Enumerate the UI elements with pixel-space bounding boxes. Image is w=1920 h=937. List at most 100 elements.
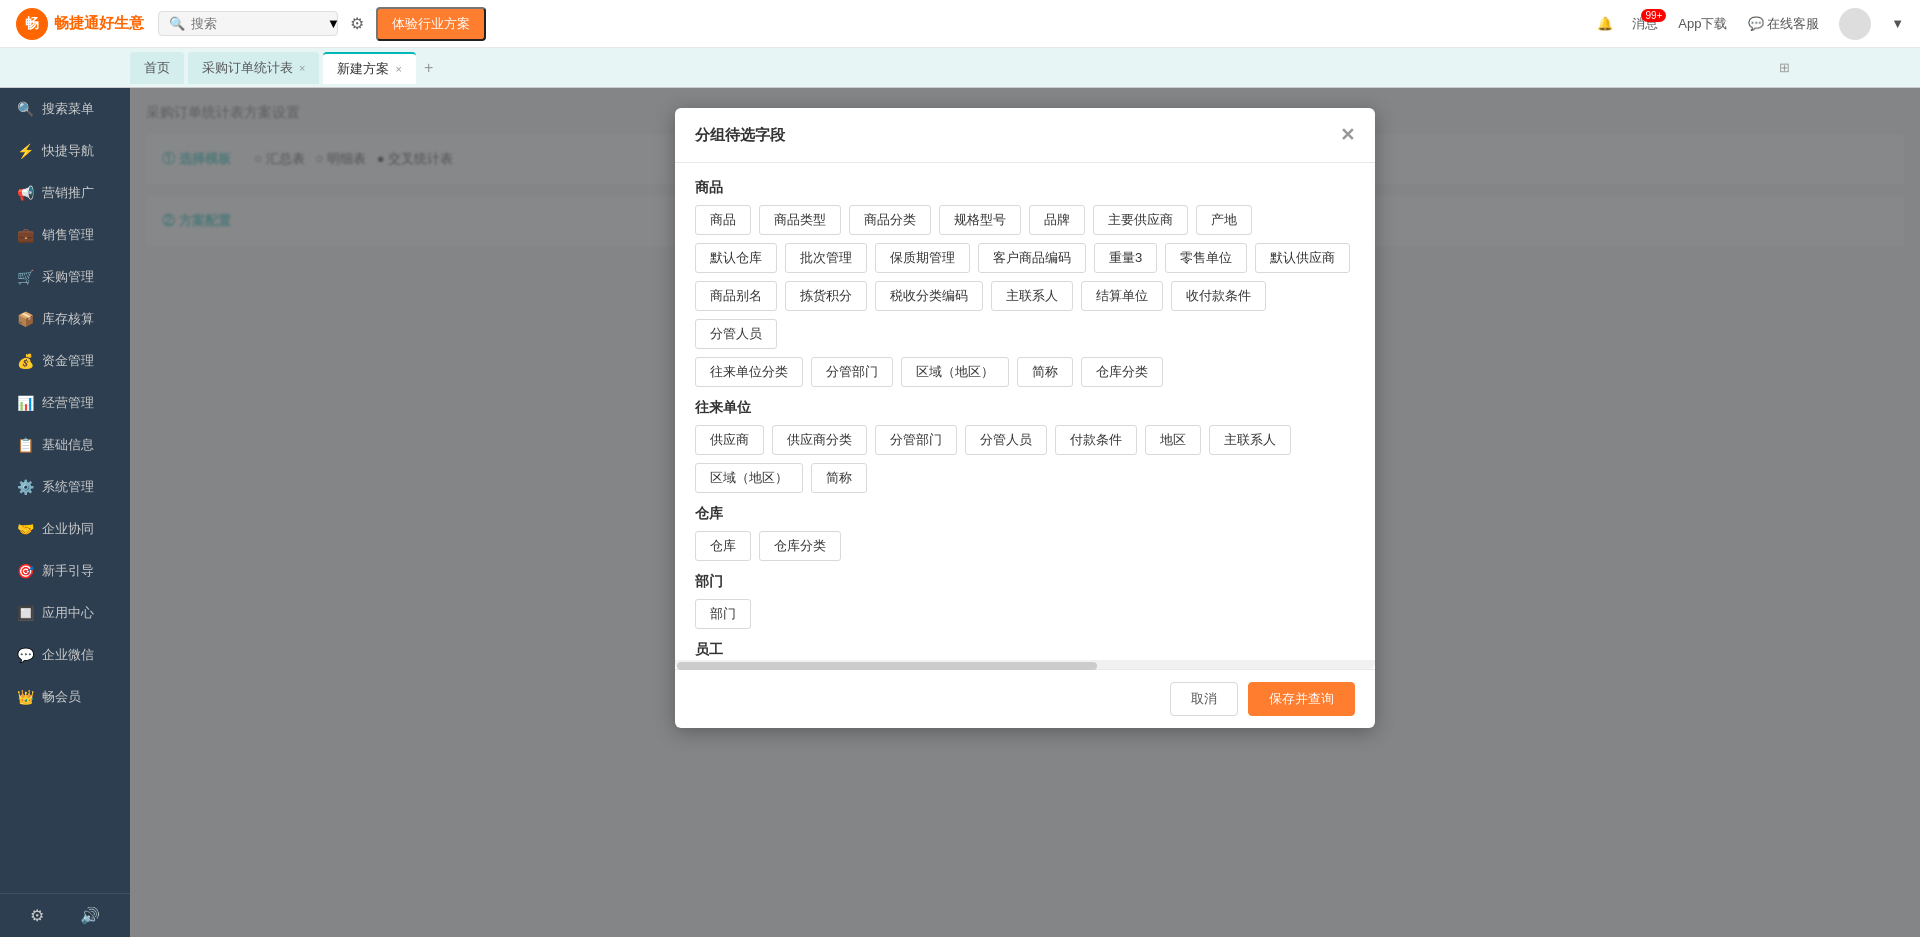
- modal-close-icon[interactable]: ✕: [1340, 124, 1355, 146]
- dropdown-icon[interactable]: ▼: [327, 16, 340, 31]
- confirm-button[interactable]: 保存并查询: [1248, 682, 1355, 716]
- field-tag-area[interactable]: 地区: [1145, 425, 1201, 455]
- tab-home[interactable]: 首页: [130, 52, 184, 84]
- operations-icon: 📊: [16, 394, 34, 412]
- sidebar-item-quicknav-label: 快捷导航: [42, 142, 94, 160]
- field-tag-dept[interactable]: 部门: [695, 599, 751, 629]
- notification-area[interactable]: 🔔 99+ 消息: [1597, 15, 1659, 33]
- sidebar-item-system[interactable]: ⚙️ 系统管理: [0, 466, 130, 508]
- field-tag-settlement-unit[interactable]: 结算单位: [1081, 281, 1163, 311]
- audio-icon[interactable]: 🔊: [80, 906, 100, 925]
- field-tag-goods-type[interactable]: 商品类型: [759, 205, 841, 235]
- tab-new-plan[interactable]: 新建方案 ×: [323, 52, 415, 84]
- partner-fields-row2: 区域（地区） 简称: [695, 463, 1355, 493]
- modal-body[interactable]: 商品 商品 商品类型 商品分类 规格型号 品牌 主要供应商 产地 默认仓库 批次…: [675, 163, 1375, 660]
- field-tag-partner-manager[interactable]: 分管人员: [965, 425, 1047, 455]
- goods-fields-row3: 商品别名 拣货积分 税收分类编码 主联系人 结算单位 收付款条件 分管人员: [695, 281, 1355, 349]
- field-tag-partner-category[interactable]: 往来单位分类: [695, 357, 803, 387]
- sidebar-item-guide-label: 新手引导: [42, 562, 94, 580]
- field-tag-warehouse[interactable]: 仓库: [695, 531, 751, 561]
- field-tag-goods-spec[interactable]: 规格型号: [939, 205, 1021, 235]
- tab-add-icon[interactable]: +: [424, 59, 433, 77]
- sidebar-item-collab[interactable]: 🤝 企业协同: [0, 508, 130, 550]
- sidebar-item-apps[interactable]: 🔲 应用中心: [0, 592, 130, 634]
- user-menu-icon[interactable]: ▼: [1891, 16, 1904, 31]
- modal-header: 分组待选字段 ✕: [675, 108, 1375, 163]
- field-tag-main-contact[interactable]: 主联系人: [991, 281, 1073, 311]
- tab-purchase-stats[interactable]: 采购订单统计表 ×: [188, 52, 319, 84]
- sidebar-item-operations[interactable]: 📊 经营管理: [0, 382, 130, 424]
- sidebar-item-marketing[interactable]: 📢 营销推广: [0, 172, 130, 214]
- settings-icon[interactable]: ⚙: [350, 14, 364, 33]
- sidebar-item-system-label: 系统管理: [42, 478, 94, 496]
- try-btn[interactable]: 体验行业方案: [376, 7, 486, 41]
- field-tag-warehouse-cat[interactable]: 仓库分类: [759, 531, 841, 561]
- field-tag-pick-points[interactable]: 拣货积分: [785, 281, 867, 311]
- field-tag-goods[interactable]: 商品: [695, 205, 751, 235]
- modal: 分组待选字段 ✕ 商品 商品 商品类型 商品分类 规格型号 品牌 主要供应商 产…: [675, 108, 1375, 728]
- field-tag-goods-category[interactable]: 商品分类: [849, 205, 931, 235]
- field-tag-origin[interactable]: 产地: [1196, 205, 1252, 235]
- goods-fields-row1: 商品 商品类型 商品分类 规格型号 品牌 主要供应商 产地: [695, 205, 1355, 235]
- field-tag-default-supplier[interactable]: 默认供应商: [1255, 243, 1350, 273]
- field-tag-payment-terms[interactable]: 收付款条件: [1171, 281, 1266, 311]
- field-tag-region-goods[interactable]: 区域（地区）: [901, 357, 1009, 387]
- avatar[interactable]: [1839, 8, 1871, 40]
- sidebar-item-finance[interactable]: 💰 资金管理: [0, 340, 130, 382]
- field-tag-abbr-goods[interactable]: 简称: [1017, 357, 1073, 387]
- tab-new-plan-label: 新建方案: [337, 60, 389, 78]
- field-tag-supplier-category[interactable]: 供应商分类: [772, 425, 867, 455]
- tab-expand-icon[interactable]: ⊞: [1779, 60, 1790, 75]
- field-tag-partner-dept[interactable]: 分管部门: [875, 425, 957, 455]
- field-tag-main-contact-partner[interactable]: 主联系人: [1209, 425, 1291, 455]
- search-box[interactable]: 🔍 ▼: [158, 11, 338, 36]
- app-download-link[interactable]: App下载: [1678, 15, 1727, 33]
- field-tag-tax-code[interactable]: 税收分类编码: [875, 281, 983, 311]
- field-tag-customer-code[interactable]: 客户商品编码: [978, 243, 1086, 273]
- sidebar-item-operations-label: 经营管理: [42, 394, 94, 412]
- field-tag-goods-alias[interactable]: 商品别名: [695, 281, 777, 311]
- cancel-button[interactable]: 取消: [1170, 682, 1238, 716]
- field-tag-brand[interactable]: 品牌: [1029, 205, 1085, 235]
- top-bar-left: 畅 畅捷通好生意 🔍 ▼ ⚙ 体验行业方案: [16, 7, 486, 41]
- field-tag-default-warehouse[interactable]: 默认仓库: [695, 243, 777, 273]
- sidebar-item-guide[interactable]: 🎯 新手引导: [0, 550, 130, 592]
- field-tag-payment-condition[interactable]: 付款条件: [1055, 425, 1137, 455]
- field-tag-supplier[interactable]: 供应商: [695, 425, 764, 455]
- field-tag-manager[interactable]: 分管人员: [695, 319, 777, 349]
- sidebar-item-inventory[interactable]: 📦 库存核算: [0, 298, 130, 340]
- search-input[interactable]: [191, 16, 321, 31]
- settings-bottom-icon[interactable]: ⚙: [30, 906, 44, 925]
- field-tag-retail-unit[interactable]: 零售单位: [1165, 243, 1247, 273]
- sidebar-item-sales-label: 销售管理: [42, 226, 94, 244]
- logo-icon: 畅: [16, 8, 48, 40]
- sidebar-item-quicknav[interactable]: ⚡ 快捷导航: [0, 130, 130, 172]
- online-service-link[interactable]: 💬 在线客服: [1748, 15, 1820, 33]
- sidebar-item-wechat-label: 企业微信: [42, 646, 94, 664]
- sidebar: 🔍 搜索菜单 ⚡ 快捷导航 📢 营销推广 💼 销售管理 🛒 采购管理 📦 库存核…: [0, 88, 130, 937]
- tab-new-plan-close[interactable]: ×: [395, 63, 401, 75]
- sidebar-item-purchase[interactable]: 🛒 采购管理: [0, 256, 130, 298]
- field-tag-warehouse-category[interactable]: 仓库分类: [1081, 357, 1163, 387]
- notification-icon: 🔔: [1597, 16, 1613, 31]
- sales-icon: 💼: [16, 226, 34, 244]
- tab-home-label: 首页: [144, 59, 170, 77]
- field-tag-main-supplier[interactable]: 主要供应商: [1093, 205, 1188, 235]
- field-tag-region-partner[interactable]: 区域（地区）: [695, 463, 803, 493]
- sidebar-item-sales[interactable]: 💼 销售管理: [0, 214, 130, 256]
- tab-purchase-stats-label: 采购订单统计表: [202, 59, 293, 77]
- modal-horizontal-scrollbar[interactable]: [675, 660, 1375, 669]
- marketing-icon: 📢: [16, 184, 34, 202]
- field-tag-manage-dept[interactable]: 分管部门: [811, 357, 893, 387]
- sidebar-item-wechat[interactable]: 💬 企业微信: [0, 634, 130, 676]
- sidebar-item-search[interactable]: 🔍 搜索菜单: [0, 88, 130, 130]
- field-tag-expiry[interactable]: 保质期管理: [875, 243, 970, 273]
- field-tag-batch[interactable]: 批次管理: [785, 243, 867, 273]
- tab-purchase-stats-close[interactable]: ×: [299, 62, 305, 74]
- sidebar-item-member[interactable]: 👑 畅会员: [0, 676, 130, 718]
- field-tag-weight[interactable]: 重量3: [1094, 243, 1157, 273]
- sidebar-item-basics[interactable]: 📋 基础信息: [0, 424, 130, 466]
- system-icon: ⚙️: [16, 478, 34, 496]
- field-tag-abbr-partner[interactable]: 简称: [811, 463, 867, 493]
- sidebar-item-search-label: 搜索菜单: [42, 100, 94, 118]
